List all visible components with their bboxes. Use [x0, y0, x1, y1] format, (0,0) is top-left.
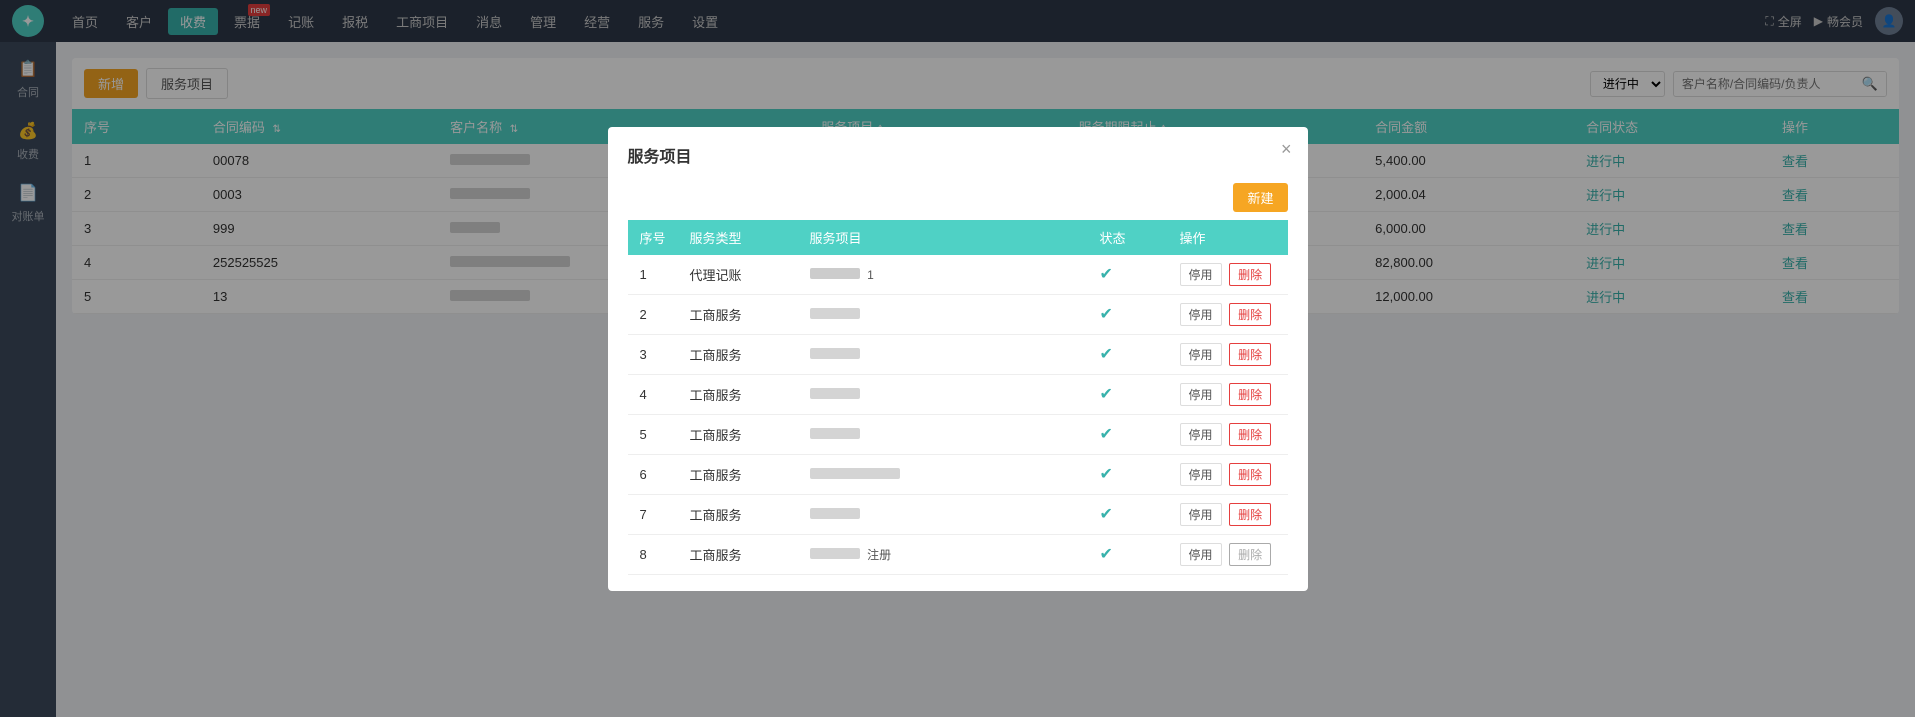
stop-button[interactable]: 停用 — [1180, 543, 1222, 566]
modal-cell-status: ✔ — [1088, 374, 1168, 414]
modal-cell-item — [798, 294, 1088, 334]
modal-cell-status: ✔ — [1088, 454, 1168, 494]
modal-title: 服务项目 — [608, 127, 1308, 175]
modal-cell-item — [798, 494, 1088, 534]
modal-cell-type: 工商服务 — [678, 454, 798, 494]
modal-cell-status: ✔ — [1088, 334, 1168, 374]
stop-button[interactable]: 停用 — [1180, 343, 1222, 366]
modal-cell-no: 2 — [628, 294, 678, 334]
modal-overlay[interactable]: 服务项目 × 新建 序号 服务类型 服务项目 状态 操 — [56, 42, 1915, 717]
delete-button[interactable]: 删除 — [1229, 343, 1271, 366]
modal-cell-item — [798, 334, 1088, 374]
service-items-table: 序号 服务类型 服务项目 状态 操作 1 代理记账 — [628, 220, 1288, 575]
modal-cell-type: 工商服务 — [678, 374, 798, 414]
modal-cell-action: 停用 删除 — [1168, 255, 1288, 295]
modal-cell-action: 停用 删除 — [1168, 294, 1288, 334]
modal-table-row: 2 工商服务 ✔ 停用 删除 — [628, 294, 1288, 334]
modal-cell-action: 停用 删除 — [1168, 534, 1288, 574]
modal-cell-no: 5 — [628, 414, 678, 454]
modal-cell-no: 3 — [628, 334, 678, 374]
service-items-modal: 服务项目 × 新建 序号 服务类型 服务项目 状态 操 — [608, 127, 1308, 591]
modal-cell-item: 注册 — [798, 534, 1088, 574]
modal-cell-status: ✔ — [1088, 414, 1168, 454]
modal-cell-type: 代理记账 — [678, 255, 798, 295]
modal-cell-type: 工商服务 — [678, 534, 798, 574]
modal-cell-action: 停用 删除 — [1168, 334, 1288, 374]
stop-button[interactable]: 停用 — [1180, 503, 1222, 526]
main-content: 新增 服务项目 进行中 全部 已结束 🔍 — [56, 42, 1915, 717]
delete-button[interactable]: 删除 — [1229, 463, 1271, 486]
delete-button[interactable]: 删除 — [1229, 543, 1271, 566]
modal-cell-no: 6 — [628, 454, 678, 494]
stop-button[interactable]: 停用 — [1180, 423, 1222, 446]
modal-col-status: 状态 — [1088, 220, 1168, 255]
modal-cell-no: 1 — [628, 255, 678, 295]
modal-table-row: 6 工商服务 ✔ 停用 删除 — [628, 454, 1288, 494]
modal-toolbar: 新建 — [608, 175, 1308, 220]
modal-new-button[interactable]: 新建 — [1233, 183, 1287, 212]
modal-cell-status: ✔ — [1088, 255, 1168, 295]
modal-col-item: 服务项目 — [798, 220, 1088, 255]
modal-cell-type: 工商服务 — [678, 294, 798, 334]
modal-cell-action: 停用 删除 — [1168, 374, 1288, 414]
modal-table-row: 1 代理记账 1 ✔ 停用 删除 — [628, 255, 1288, 295]
modal-close-button[interactable]: × — [1281, 139, 1292, 160]
modal-col-no: 序号 — [628, 220, 678, 255]
modal-table-row: 7 工商服务 ✔ 停用 删除 — [628, 494, 1288, 534]
stop-button[interactable]: 停用 — [1180, 263, 1222, 286]
modal-cell-item: 1 — [798, 255, 1088, 295]
delete-button[interactable]: 删除 — [1229, 303, 1271, 326]
modal-cell-no: 7 — [628, 494, 678, 534]
modal-cell-status: ✔ — [1088, 534, 1168, 574]
modal-cell-item — [798, 374, 1088, 414]
modal-cell-type: 工商服务 — [678, 334, 798, 374]
modal-cell-no: 4 — [628, 374, 678, 414]
modal-cell-action: 停用 删除 — [1168, 494, 1288, 534]
modal-cell-no: 8 — [628, 534, 678, 574]
modal-cell-status: ✔ — [1088, 294, 1168, 334]
delete-button[interactable]: 删除 — [1229, 263, 1271, 286]
stop-button[interactable]: 停用 — [1180, 303, 1222, 326]
delete-button[interactable]: 删除 — [1229, 503, 1271, 526]
modal-cell-item — [798, 454, 1088, 494]
modal-cell-status: ✔ — [1088, 494, 1168, 534]
modal-cell-action: 停用 删除 — [1168, 414, 1288, 454]
modal-table-row: 3 工商服务 ✔ 停用 删除 — [628, 334, 1288, 374]
modal-cell-action: 停用 删除 — [1168, 454, 1288, 494]
modal-header-row: 序号 服务类型 服务项目 状态 操作 — [628, 220, 1288, 255]
stop-button[interactable]: 停用 — [1180, 463, 1222, 486]
modal-cell-item — [798, 414, 1088, 454]
modal-col-type: 服务类型 — [678, 220, 798, 255]
modal-table-row: 8 工商服务 注册 ✔ 停用 删除 — [628, 534, 1288, 574]
modal-cell-type: 工商服务 — [678, 414, 798, 454]
modal-table-row: 4 工商服务 ✔ 停用 删除 — [628, 374, 1288, 414]
delete-button[interactable]: 删除 — [1229, 383, 1271, 406]
main-layout: 📋 合同 💰 收费 📄 对账单 新增 服务项目 进行中 全部 已结束 — [0, 42, 1915, 717]
modal-body: 序号 服务类型 服务项目 状态 操作 1 代理记账 — [608, 220, 1308, 591]
delete-button[interactable]: 删除 — [1229, 423, 1271, 446]
stop-button[interactable]: 停用 — [1180, 383, 1222, 406]
modal-table-row: 5 工商服务 ✔ 停用 删除 — [628, 414, 1288, 454]
modal-cell-type: 工商服务 — [678, 494, 798, 534]
modal-col-action: 操作 — [1168, 220, 1288, 255]
